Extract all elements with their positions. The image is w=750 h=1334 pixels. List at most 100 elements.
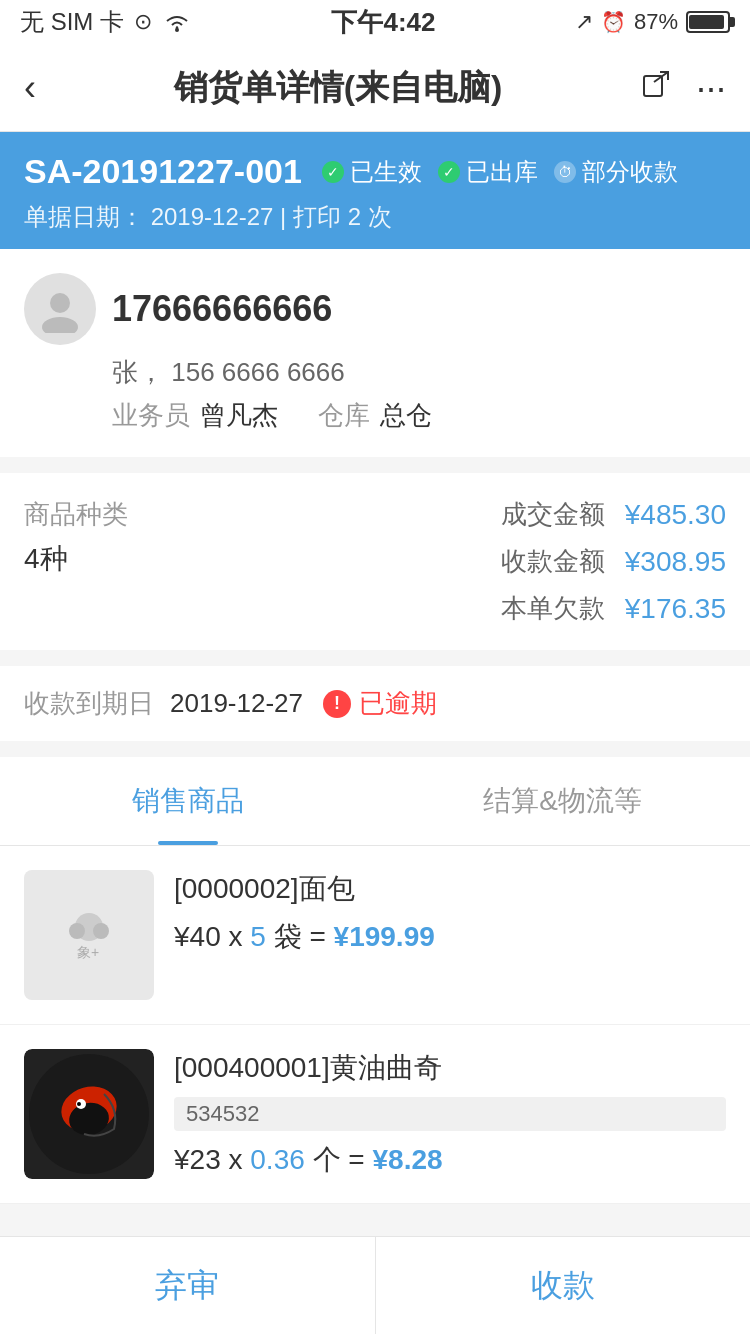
product-image-2 xyxy=(24,1049,154,1179)
nav-bar: ‹ 销货单详情(来自电脑) ··· xyxy=(0,44,750,132)
status-bar-time: 下午4:42 xyxy=(331,5,435,40)
status-active-label: 已生效 xyxy=(350,156,422,188)
tab-sales-label: 销售商品 xyxy=(132,782,244,820)
product-name-1: [0000002]面包 xyxy=(174,870,726,908)
tab-sales-products[interactable]: 销售商品 xyxy=(0,757,375,845)
product-total-2: ¥8.28 xyxy=(372,1144,442,1175)
header-banner: SA-20191227-001 ✓ 已生效 ✓ 已出库 ⏱ 部分收款 单据日期：… xyxy=(0,132,750,249)
product-total-1: ¥199.99 xyxy=(334,921,435,952)
confirm-button[interactable]: 收款 xyxy=(376,1237,751,1334)
location-icon: ↗ xyxy=(575,9,593,35)
status-bar-left: 无 SIM 卡 ⊙ xyxy=(20,6,192,38)
svg-point-5 xyxy=(69,923,85,939)
tabs-row: 销售商品 结算&物流等 xyxy=(0,757,750,845)
overdue-warning-icon: ! xyxy=(323,690,351,718)
due-date-label: 收款到期日 xyxy=(24,686,154,721)
amount-value: ¥485.30 xyxy=(625,499,726,531)
due-date-value: 2019-12-27 xyxy=(170,688,303,719)
order-date: 2019-12-27 xyxy=(151,203,274,230)
amount-label: 成交金额 xyxy=(501,497,605,532)
received-value: ¥308.95 xyxy=(625,546,726,578)
tab-settlement-label: 结算&物流等 xyxy=(483,782,642,820)
nav-actions: ··· xyxy=(640,67,726,109)
product-type-count: 4种 xyxy=(24,540,128,578)
battery-fill xyxy=(689,15,724,29)
product-info-2: [000400001]黄油曲奇 534532 ¥23 x 0.36 个 = ¥8… xyxy=(174,1049,726,1179)
cancel-button[interactable]: 弃审 xyxy=(0,1237,376,1334)
stats-right: 成交金额 ¥485.30 收款金额 ¥308.95 本单欠款 ¥176.35 xyxy=(501,497,726,626)
tab-settlement[interactable]: 结算&物流等 xyxy=(375,757,750,845)
overdue-badge: ! 已逾期 xyxy=(323,686,437,721)
due-section: 收款到期日 2019-12-27 ! 已逾期 xyxy=(0,666,750,741)
customer-section: 17666666666 张， 156 6666 6666 业务员 曾凡杰 仓库 … xyxy=(0,249,750,457)
confirm-label: 收款 xyxy=(531,1264,595,1308)
wifi-signal-icon xyxy=(162,11,192,33)
status-badges: ✓ 已生效 ✓ 已出库 ⏱ 部分收款 xyxy=(322,156,678,188)
product-list: 象+ [0000002]面包 ¥40 x 5 袋 = ¥199.99 xyxy=(0,846,750,1204)
header-date: 单据日期： 2019-12-27 | 打印 2 次 xyxy=(24,201,726,233)
more-icon[interactable]: ··· xyxy=(696,67,726,109)
stats-received-row: 收款金额 ¥308.95 xyxy=(501,544,726,579)
clock-partial-icon: ⏱ xyxy=(554,161,576,183)
battery-icon xyxy=(686,11,730,33)
customer-row: 17666666666 xyxy=(24,273,726,345)
page-title: 销货单详情(来自电脑) xyxy=(174,65,503,111)
product-price-row-1: ¥40 x 5 袋 = ¥199.99 xyxy=(174,918,726,956)
status-partial-label: 部分收款 xyxy=(582,156,678,188)
alarm-icon: ⏰ xyxy=(601,10,626,34)
wifi-icon: ⊙ xyxy=(134,9,152,35)
product-item-1: 象+ [0000002]面包 ¥40 x 5 袋 = ¥199.99 xyxy=(0,846,750,1025)
overdue-text: 已逾期 xyxy=(359,686,437,721)
svg-text:象+: 象+ xyxy=(77,944,99,960)
product-price-row-2: ¥23 x 0.36 个 = ¥8.28 xyxy=(174,1141,726,1179)
product-info-1: [0000002]面包 ¥40 x 5 袋 = ¥199.99 xyxy=(174,870,726,956)
customer-id: 17666666666 xyxy=(112,288,332,330)
status-shipped-label: 已出库 xyxy=(466,156,538,188)
check-shipped-icon: ✓ xyxy=(438,161,460,183)
print-count: | 打印 2 次 xyxy=(280,203,392,230)
received-label: 收款金额 xyxy=(501,544,605,579)
tab-active-indicator xyxy=(158,841,218,845)
stats-amount-row: 成交金额 ¥485.30 xyxy=(501,497,726,532)
customer-phone: 张， 156 6666 6666 xyxy=(112,355,726,390)
product-item-2: [000400001]黄油曲奇 534532 ¥23 x 0.36 个 = ¥8… xyxy=(0,1025,750,1204)
stats-due-row: 本单欠款 ¥176.35 xyxy=(501,591,726,626)
customer-avatar xyxy=(24,273,96,345)
cancel-label: 弃审 xyxy=(155,1264,219,1308)
svg-point-0 xyxy=(175,28,179,32)
status-bar-right: ↗ ⏰ 87% xyxy=(575,9,730,35)
check-active-icon: ✓ xyxy=(322,161,344,183)
product-image-dark-2 xyxy=(24,1049,154,1179)
svg-point-6 xyxy=(93,923,109,939)
header-banner-top: SA-20191227-001 ✓ 已生效 ✓ 已出库 ⏱ 部分收款 xyxy=(24,152,726,191)
tabs-section: 销售商品 结算&物流等 xyxy=(0,757,750,846)
product-image-placeholder-1: 象+ xyxy=(24,870,154,1000)
svg-point-12 xyxy=(77,1102,81,1106)
back-button[interactable]: ‹ xyxy=(24,67,36,109)
due-amount-value: ¥176.35 xyxy=(625,593,726,625)
product-type-label: 商品种类 xyxy=(24,497,128,532)
customer-warehouse: 仓库 总仓 xyxy=(318,398,432,433)
status-partial: ⏱ 部分收款 xyxy=(554,156,678,188)
customer-salesperson: 业务员 曾凡杰 xyxy=(112,398,278,433)
status-shipped: ✓ 已出库 xyxy=(438,156,538,188)
product-name-2: [000400001]黄油曲奇 xyxy=(174,1049,726,1087)
share-icon[interactable] xyxy=(640,68,672,107)
status-active: ✓ 已生效 xyxy=(322,156,422,188)
carrier-text: 无 SIM 卡 xyxy=(20,6,124,38)
status-bar: 无 SIM 卡 ⊙ 下午4:42 ↗ ⏰ 87% xyxy=(0,0,750,44)
bottom-bar: 弃审 收款 xyxy=(0,1236,750,1334)
svg-point-3 xyxy=(42,317,78,333)
customer-info-row: 张， 156 6666 6666 业务员 曾凡杰 仓库 总仓 xyxy=(24,355,726,433)
product-sku-2: 534532 xyxy=(174,1097,726,1131)
due-amount-label: 本单欠款 xyxy=(501,591,605,626)
product-qty-1: 5 xyxy=(250,921,266,952)
svg-point-2 xyxy=(50,293,70,313)
product-qty-2: 0.36 xyxy=(250,1144,305,1175)
battery-percent: 87% xyxy=(634,9,678,35)
customer-meta: 业务员 曾凡杰 仓库 总仓 xyxy=(112,398,726,433)
stats-section: 商品种类 4种 成交金额 ¥485.30 收款金额 ¥308.95 本单欠款 ¥… xyxy=(0,473,750,650)
product-image-1: 象+ xyxy=(24,870,154,1000)
stats-left: 商品种类 4种 xyxy=(24,497,128,578)
order-id: SA-20191227-001 xyxy=(24,152,302,191)
